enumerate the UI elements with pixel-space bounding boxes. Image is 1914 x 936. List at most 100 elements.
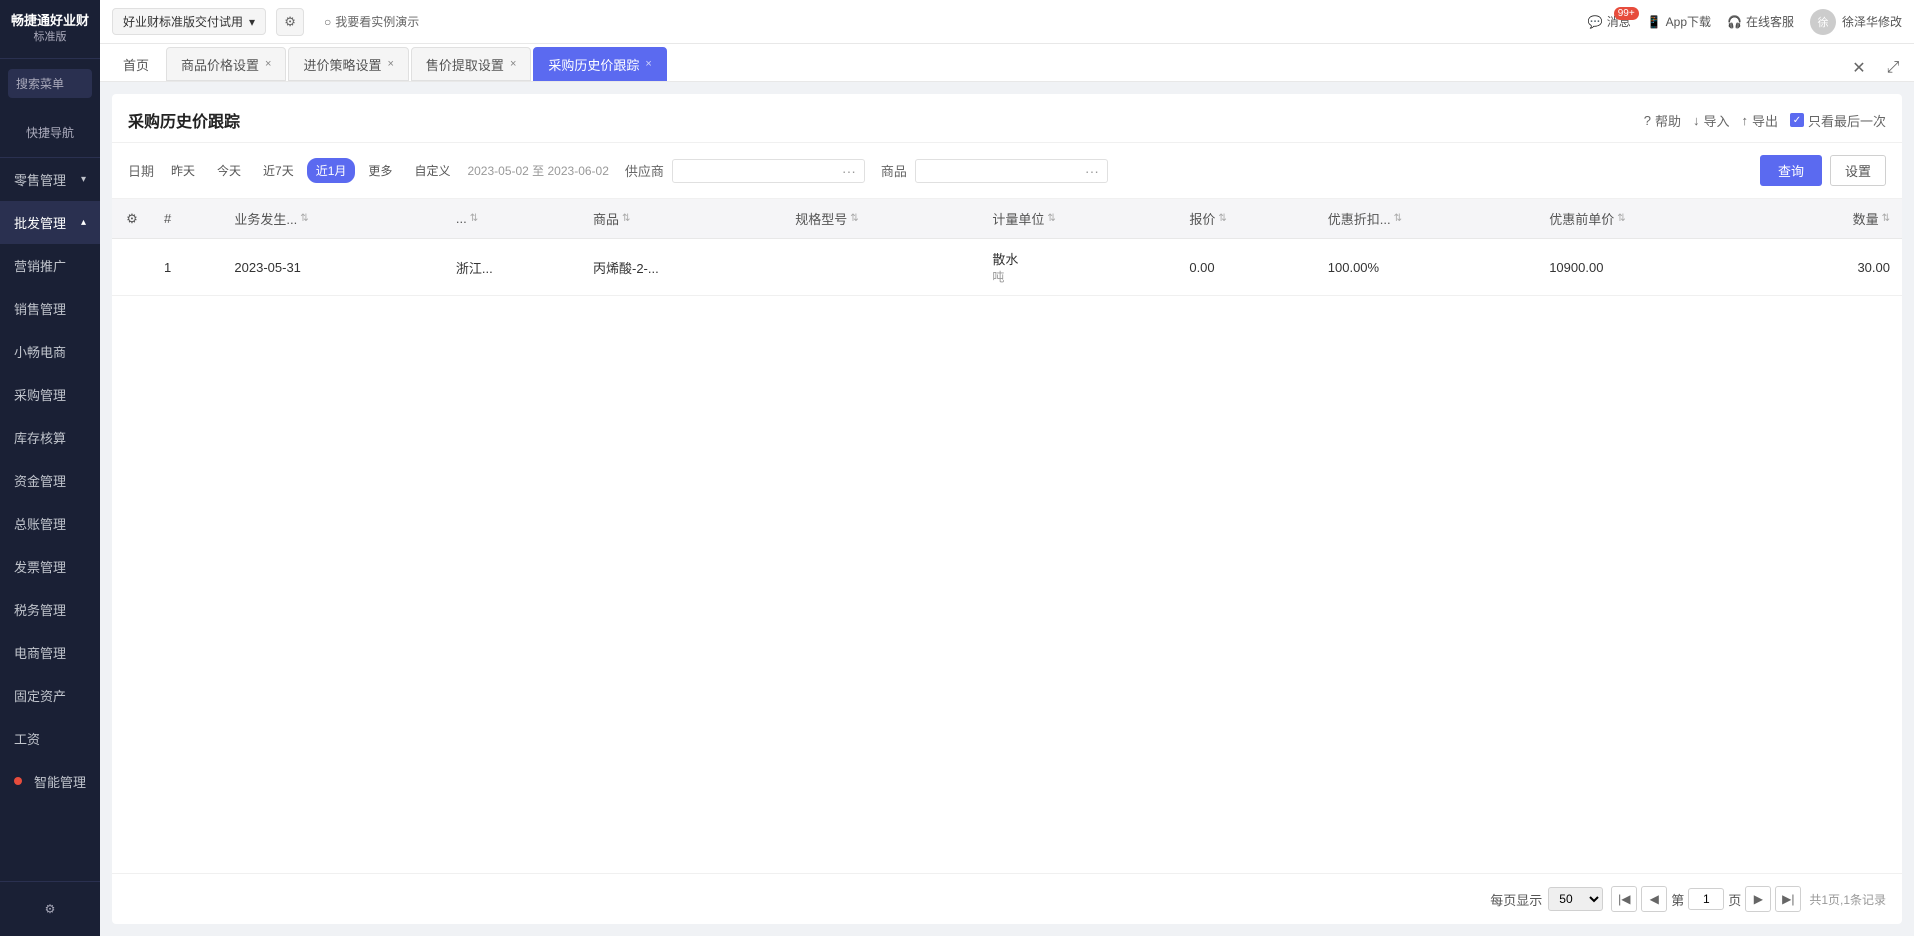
- help-icon: ?: [1644, 113, 1651, 128]
- tab-label: 首页: [123, 55, 149, 74]
- th-original-price[interactable]: 优惠前单价 ⇅: [1537, 199, 1763, 239]
- sidebar-item-intelligent[interactable]: 智能管理: [0, 760, 100, 803]
- row-unit: 散水 吨: [980, 239, 1177, 296]
- sidebar-item-finance[interactable]: 资金管理: [0, 459, 100, 502]
- message-button[interactable]: 💬 消息 99+: [1588, 13, 1631, 30]
- help-button[interactable]: ? 帮助: [1644, 111, 1681, 130]
- th-settings[interactable]: ⚙: [112, 199, 152, 239]
- th-unit[interactable]: 计量单位 ⇅: [980, 199, 1177, 239]
- sidebar-item-label: 销售管理: [14, 299, 66, 318]
- close-tab-button[interactable]: ✕: [1846, 55, 1872, 81]
- date-btn-today[interactable]: 今天: [208, 158, 250, 183]
- help-label: 帮助: [1655, 111, 1681, 130]
- filter-actions: 查询 设置: [1760, 155, 1886, 186]
- th-more[interactable]: ... ⇅: [444, 199, 581, 239]
- sidebar-menu: 零售管理 ▾ 批发管理 ▴ 营销推广 销售管理 小畅电商 采购管理 库存核算 资…: [0, 158, 100, 881]
- supplier-more-button[interactable]: ···: [842, 163, 856, 179]
- sidebar-item-tax[interactable]: 税务管理: [0, 588, 100, 631]
- date-btn-custom[interactable]: 自定义: [405, 158, 459, 183]
- app-download-label: App下载: [1666, 13, 1711, 30]
- search-menu-button[interactable]: 搜索菜单: [8, 69, 92, 98]
- settings-button[interactable]: 设置: [1830, 155, 1886, 186]
- tab-sale-extract[interactable]: 售价提取设置 ×: [411, 47, 531, 81]
- goods-input[interactable]: [924, 164, 1079, 178]
- user-profile-button[interactable]: 徐 徐泽华修改: [1810, 9, 1902, 35]
- export-button[interactable]: ↑ 导出: [1741, 111, 1778, 130]
- tab-home[interactable]: 首页: [108, 47, 164, 81]
- th-goods[interactable]: 商品 ⇅: [581, 199, 783, 239]
- query-button[interactable]: 查询: [1760, 155, 1822, 186]
- topbar-settings-button[interactable]: ⚙: [276, 8, 304, 36]
- sidebar-item-retail[interactable]: 零售管理 ▾: [0, 158, 100, 201]
- first-page-button[interactable]: |◀: [1611, 886, 1637, 912]
- sidebar-item-label: 发票管理: [14, 557, 66, 576]
- download-icon: 📱: [1647, 15, 1662, 29]
- date-btn-1month[interactable]: 近1月: [307, 158, 356, 183]
- app-selector[interactable]: 好业财标准版交付试用 ▾: [112, 8, 266, 35]
- sidebar-item-label: 电商管理: [14, 643, 66, 662]
- sidebar-item-label: 智能管理: [34, 772, 86, 791]
- sidebar-item-marketing[interactable]: 营销推广: [0, 244, 100, 287]
- sidebar-item-inventory[interactable]: 库存核算: [0, 416, 100, 459]
- date-btn-yesterday[interactable]: 昨天: [162, 158, 204, 183]
- sidebar: 畅捷通好业财 标准版 搜索菜单 快捷导航 零售管理 ▾ 批发管理 ▴ 营销推广 …: [0, 0, 100, 936]
- chevron-up-icon: ▴: [81, 217, 86, 228]
- sidebar-item-ecommerce[interactable]: 电商管理: [0, 631, 100, 674]
- sort-icon: ⇅: [1047, 213, 1055, 224]
- date-filter-group: 日期 昨天 今天 近7天 近1月 更多 自定义 2023-05-02 至 202…: [128, 158, 609, 183]
- th-discount[interactable]: 优惠折扣... ⇅: [1316, 199, 1537, 239]
- online-service-button[interactable]: 🎧 在线客服: [1727, 13, 1794, 30]
- sidebar-item-payroll[interactable]: 工资: [0, 717, 100, 760]
- expand-tab-button[interactable]: ⤢: [1880, 55, 1906, 81]
- date-btn-more[interactable]: 更多: [359, 158, 401, 183]
- sidebar-bottom: ⚙: [0, 881, 100, 936]
- tab-purchase-strategy[interactable]: 进价策略设置 ×: [288, 47, 408, 81]
- sidebar-item-fixed-assets[interactable]: 固定资产: [0, 674, 100, 717]
- close-icon[interactable]: ×: [387, 58, 393, 70]
- goods-more-button[interactable]: ···: [1085, 163, 1099, 179]
- supplier-input[interactable]: [681, 164, 836, 178]
- sidebar-settings-button[interactable]: ⚙: [0, 892, 100, 926]
- th-date[interactable]: 业务发生... ⇅: [222, 199, 443, 239]
- per-page-label: 每页显示: [1490, 890, 1542, 909]
- next-page-button[interactable]: ▶: [1745, 886, 1771, 912]
- demo-link[interactable]: ○ 我要看实例演示: [324, 13, 419, 30]
- row-supplier: 浙江...: [444, 239, 581, 296]
- sidebar-item-invoice[interactable]: 发票管理: [0, 545, 100, 588]
- tab-price-settings[interactable]: 商品价格设置 ×: [166, 47, 286, 81]
- last-page-button[interactable]: ▶|: [1775, 886, 1801, 912]
- sidebar-item-wholesale[interactable]: 批发管理 ▴: [0, 201, 100, 244]
- sidebar-search-section: 搜索菜单: [0, 59, 100, 108]
- th-spec[interactable]: 规格型号 ⇅: [783, 199, 980, 239]
- sidebar-item-label: 营销推广: [14, 256, 66, 275]
- import-icon: ↓: [1693, 113, 1700, 128]
- import-button[interactable]: ↓ 导入: [1693, 111, 1730, 130]
- th-qty[interactable]: 数量 ⇅: [1764, 199, 1902, 239]
- page-input[interactable]: [1688, 888, 1724, 910]
- th-price[interactable]: 报价 ⇅: [1177, 199, 1315, 239]
- date-btn-7days[interactable]: 近7天: [254, 158, 303, 183]
- per-page-select[interactable]: 10 20 50 100: [1548, 887, 1603, 911]
- sidebar-item-sales[interactable]: 销售管理: [0, 287, 100, 330]
- close-icon[interactable]: ×: [265, 58, 271, 70]
- avatar: 徐: [1810, 9, 1836, 35]
- prev-page-button[interactable]: ◀: [1641, 886, 1667, 912]
- sidebar-item-label: 税务管理: [14, 600, 66, 619]
- row-discount: 100.00%: [1316, 239, 1537, 296]
- sidebar-item-ledger[interactable]: 总账管理: [0, 502, 100, 545]
- close-icon[interactable]: ×: [510, 58, 516, 70]
- sidebar-item-label: 资金管理: [14, 471, 66, 490]
- sidebar-item-quicknav[interactable]: 快捷导航: [0, 114, 100, 151]
- row-price: 0.00: [1177, 239, 1315, 296]
- app-download-button[interactable]: 📱 App下载: [1647, 13, 1711, 30]
- tab-purchase-history[interactable]: 采购历史价跟踪 ×: [533, 47, 666, 81]
- export-label: 导出: [1752, 111, 1778, 130]
- logo-sub: 标准版: [8, 30, 92, 45]
- sidebar-item-ecommerce-small[interactable]: 小畅电商: [0, 330, 100, 373]
- only-last-checkbox[interactable]: ✓ 只看最后一次: [1790, 111, 1886, 130]
- close-icon[interactable]: ×: [645, 58, 651, 70]
- sort-icon: ⇅: [1617, 213, 1625, 224]
- sort-icon: ⇅: [850, 213, 858, 224]
- sidebar-item-purchase[interactable]: 采购管理: [0, 373, 100, 416]
- sidebar-item-label: 小畅电商: [14, 342, 66, 361]
